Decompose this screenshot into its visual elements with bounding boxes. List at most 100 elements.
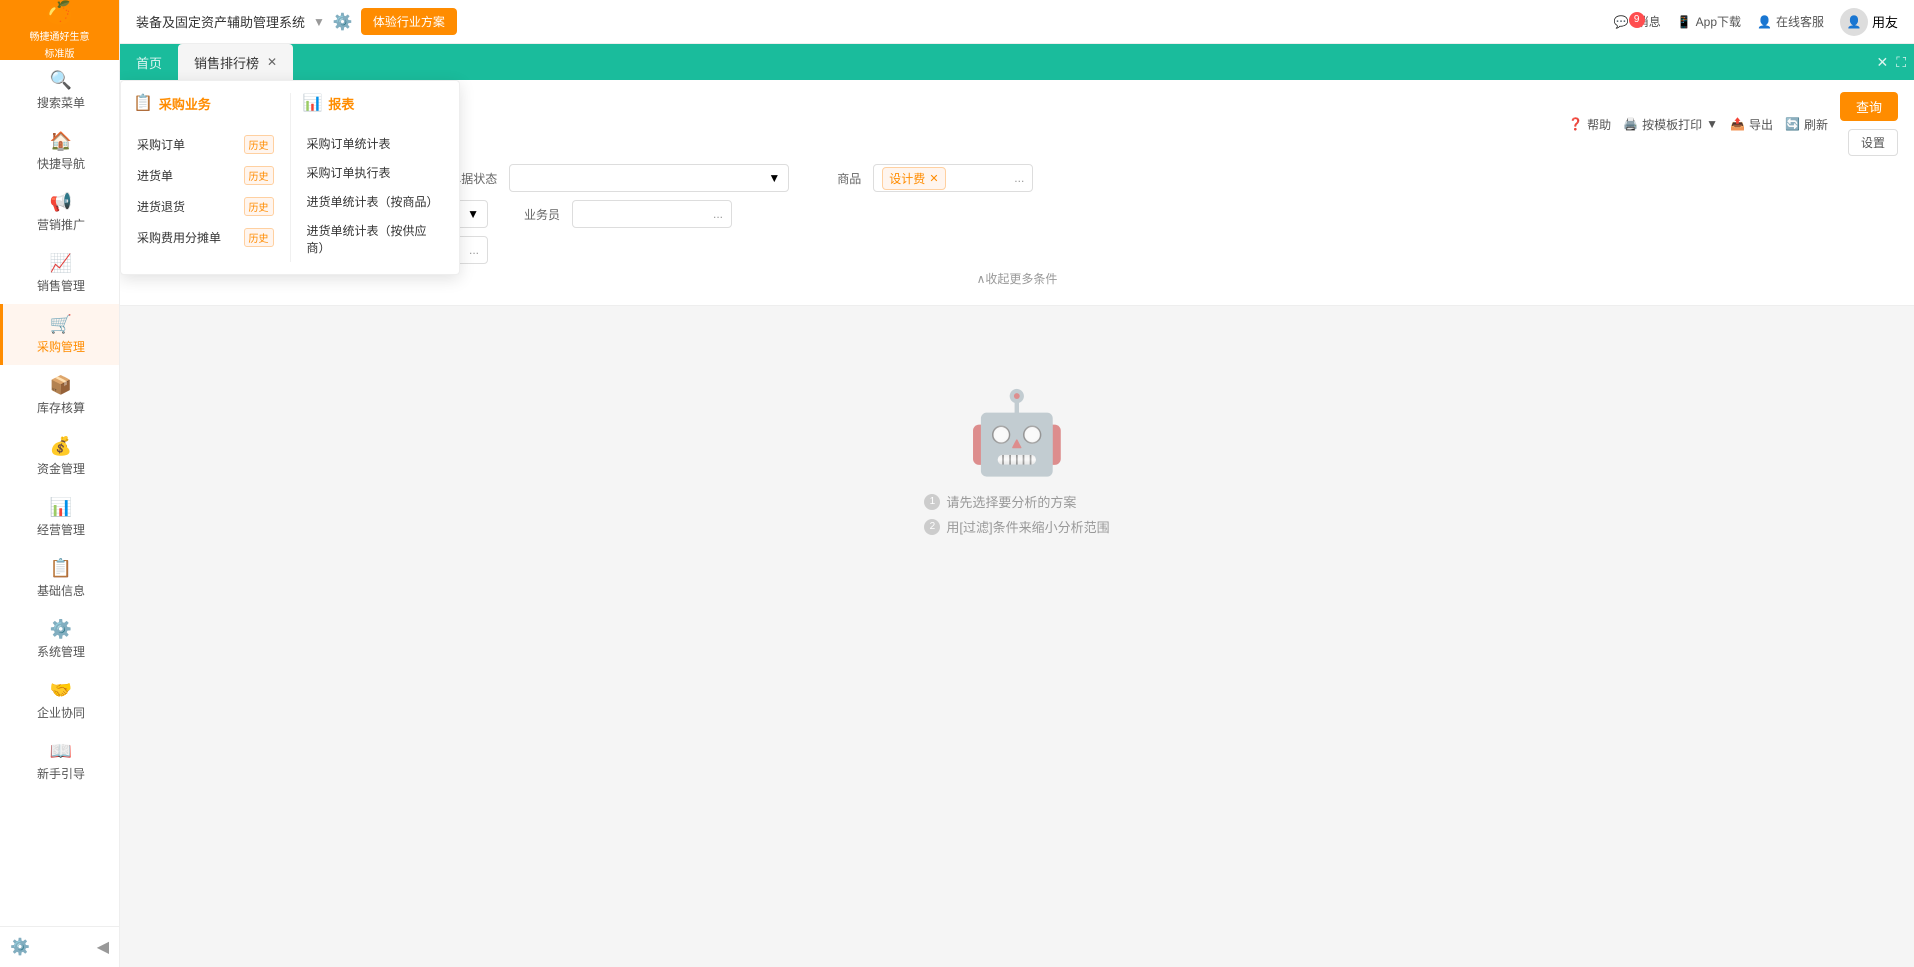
support-icon: 👤 (1757, 15, 1772, 29)
dropdown-item-report-order-exec[interactable]: 采购订单执行表 (303, 158, 448, 187)
sidebar-item-label: 销售管理 (37, 277, 85, 294)
logo-name: 畅捷通好生意 (30, 28, 90, 43)
export-action[interactable]: 📤 导出 (1730, 116, 1773, 133)
goods-tag-close[interactable]: ✕ (929, 172, 938, 185)
tip-text-2: 用[过滤]条件来缩小分析范围 (946, 517, 1109, 536)
sidebar-item-inventory[interactable]: 📦 库存核算 (0, 365, 119, 426)
purchase-order-label: 采购订单 (137, 136, 185, 153)
dropdown-item-purchase-receipt[interactable]: 进货单 历史 (133, 160, 278, 191)
empty-tip-1: 1 请先选择要分析的方案 (924, 492, 1109, 511)
topbar-app-download[interactable]: 📱 App下载 (1677, 13, 1741, 30)
report-section-icon: 📊 (303, 93, 323, 113)
goods-label: 商品 (801, 170, 861, 187)
rank-dropdown-icon: ▼ (467, 207, 479, 221)
operations-nav-icon: 📊 (50, 497, 72, 518)
topbar-messages[interactable]: 💬 9 消息 (1614, 13, 1661, 30)
report-section: 📊 报表 采购订单统计表 采购订单执行表 进货单统计表（按商品） 进货单统计表（… (290, 93, 460, 262)
sidebar-item-quick[interactable]: 🏠 快捷导航 (0, 121, 119, 182)
footer-settings-icon[interactable]: ⚙️ (10, 937, 30, 957)
sidebar-nav: 🔍 搜索菜单 🏠 快捷导航 📢 营销推广 📈 销售管理 🛒 采购管理 📦 (0, 60, 119, 926)
topbar-support[interactable]: 👤 在线客服 (1757, 13, 1824, 30)
sidebar-item-label: 快捷导航 (37, 155, 85, 172)
message-badge: 9 (1629, 12, 1645, 28)
sidebar-item-guide[interactable]: 📖 新手引导 (0, 731, 119, 792)
report-receipt-goods-label: 进货单统计表（按商品） (307, 193, 439, 210)
goods-filter[interactable]: 设计费 ✕ ... (873, 164, 1033, 192)
tab-bar: 首页 销售排行榜 ✕ ✕ ⛶ (120, 44, 1914, 80)
tab-home[interactable]: 首页 (120, 44, 178, 80)
sidebar-item-system[interactable]: ⚙️ 系统管理 (0, 609, 119, 670)
set-button[interactable]: 设置 (1848, 129, 1898, 156)
tab-bar-end: ✕ ⛶ (1876, 54, 1914, 71)
salesperson-filter[interactable]: ... (572, 200, 732, 228)
report-section-title: 📊 报表 (303, 93, 448, 119)
dropdown-item-purchase-expense[interactable]: 采购费用分摊单 历史 (133, 222, 278, 253)
empty-tip-2: 2 用[过滤]条件来缩小分析范围 (924, 517, 1109, 536)
dropdown-item-purchase-return[interactable]: 进货退货 历史 (133, 191, 278, 222)
refresh-action[interactable]: 🔄 刷新 (1785, 116, 1828, 133)
sidebar-logo: 🍊 畅捷通好生意 标准版 (0, 0, 119, 60)
purchase-nav-icon: 🛒 (50, 314, 72, 335)
status-filter[interactable]: ▼ (509, 164, 789, 192)
empty-illustration: 🤖 (967, 386, 1067, 480)
help-action[interactable]: ❓ 帮助 (1568, 116, 1611, 133)
sidebar-item-label: 采购管理 (37, 338, 85, 355)
salesperson-more-icon[interactable]: ... (713, 207, 723, 221)
sidebar-item-marketing[interactable]: 📢 营销推广 (0, 182, 119, 243)
tab-close-icon[interactable]: ✕ (267, 55, 277, 69)
app-icon: 📱 (1677, 15, 1692, 29)
sidebar-item-label: 营销推广 (37, 216, 85, 233)
sidebar-item-sales[interactable]: 📈 销售管理 (0, 243, 119, 304)
sidebar-item-basic[interactable]: 📋 基础信息 (0, 548, 119, 609)
system-nav-icon: ⚙️ (50, 619, 72, 640)
collapse-chevron-icon: ∧ (977, 272, 986, 286)
tab-sales-rank-label: 销售排行榜 (194, 53, 259, 72)
dropdown-item-report-order-stats[interactable]: 采购订单统计表 (303, 129, 448, 158)
report-receipt-supplier-label: 进货单统计表（按供应商） (307, 222, 444, 256)
tab-window-close-icon[interactable]: ✕ (1876, 54, 1888, 71)
topbar-gear-icon[interactable]: ⚙️ (333, 12, 353, 32)
home-nav-icon: 🏠 (50, 131, 72, 152)
export-icon: 📤 (1730, 117, 1745, 131)
report-order-stats-label: 采购订单统计表 (307, 135, 391, 152)
query-button[interactable]: 查询 (1840, 92, 1898, 121)
user-avatar: 👤 (1840, 8, 1868, 36)
collapse-label: 收起更多条件 (985, 270, 1057, 287)
sidebar-item-label: 搜索菜单 (37, 94, 85, 111)
dropdown-item-report-receipt-by-supplier[interactable]: 进货单统计表（按供应商） (303, 216, 448, 262)
finance-nav-icon: 💰 (50, 436, 72, 457)
main-content: 装备及固定资产辅助管理系统 ▼ ⚙️ 体验行业方案 💬 9 消息 📱 App下载 (120, 0, 1914, 967)
refresh-icon: 🔄 (1785, 117, 1800, 131)
sidebar-item-search[interactable]: 🔍 搜索菜单 (0, 60, 119, 121)
sidebar-item-label: 资金管理 (37, 460, 85, 477)
logo-icon: 🍊 (46, 0, 73, 26)
topbar-user[interactable]: 👤 用友 (1840, 8, 1898, 36)
export-label: 导出 (1749, 116, 1773, 133)
tip-num-2: 2 (924, 519, 940, 535)
tab-expand-icon[interactable]: ⛶ (1896, 54, 1906, 71)
customer-more-icon[interactable]: ... (469, 243, 479, 257)
sidebar-item-label: 基础信息 (37, 582, 85, 599)
status-dropdown-icon: ▼ (768, 171, 780, 185)
sidebar-item-purchase[interactable]: 🛒 采购管理 (0, 304, 119, 365)
purchase-order-history-badge: 历史 (244, 135, 274, 154)
industry-btn[interactable]: 体验行业方案 (361, 8, 457, 35)
footer-collapse-icon[interactable]: ◀ (97, 937, 109, 957)
topbar-right: 💬 9 消息 📱 App下载 👤 在线客服 👤 用友 (1614, 8, 1898, 36)
sidebar-item-collab[interactable]: 🤝 企业协同 (0, 670, 119, 731)
app-container: 🍊 畅捷通好生意 标准版 🔍 搜索菜单 🏠 快捷导航 📢 营销推广 📈 销售管理 (0, 0, 1914, 967)
report-section-label: 报表 (328, 94, 354, 113)
topbar-title: 装备及固定资产辅助管理系统 (136, 12, 305, 31)
purchase-receipt-label: 进货单 (137, 167, 173, 184)
sidebar-item-operations[interactable]: 📊 经营管理 (0, 487, 119, 548)
print-action[interactable]: 🖨️ 按模板打印 ▼ (1623, 116, 1718, 133)
topbar-dropdown-icon[interactable]: ▼ (313, 15, 325, 29)
print-dropdown-icon: ▼ (1706, 117, 1718, 131)
tab-sales-rank[interactable]: 销售排行榜 ✕ (178, 44, 293, 80)
dropdown-item-purchase-order[interactable]: 采购订单 历史 (133, 129, 278, 160)
sidebar-item-finance[interactable]: 💰 资金管理 (0, 426, 119, 487)
goods-more-icon[interactable]: ... (1014, 171, 1024, 185)
dropdown-item-report-receipt-by-goods[interactable]: 进货单统计表（按商品） (303, 187, 448, 216)
purchase-section-label: 采购业务 (159, 94, 211, 113)
purchase-section-title: 📋 采购业务 (133, 93, 278, 119)
